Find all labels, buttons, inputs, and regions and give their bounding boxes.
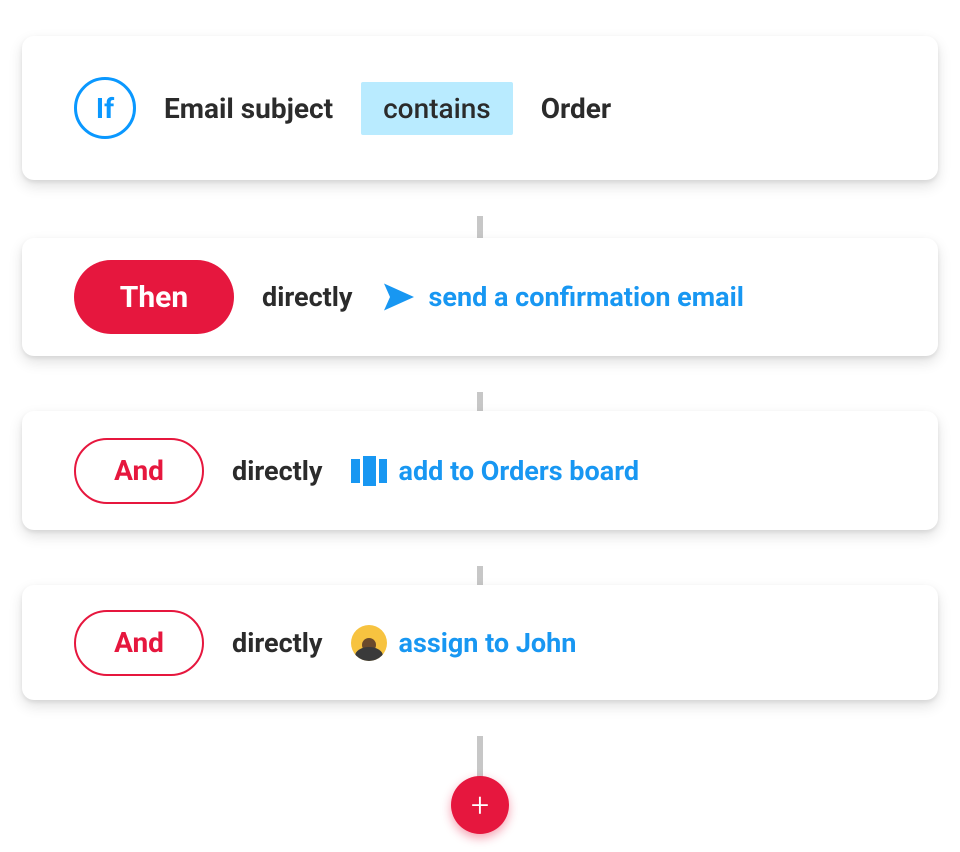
action-card-and[interactable]: And directly add to Orders board	[22, 411, 938, 530]
action-label: assign to John	[399, 627, 577, 659]
action-card-then[interactable]: Then directly send a confirmation email	[22, 238, 938, 356]
action-label: send a confirmation email	[429, 281, 744, 313]
then-badge-label: Then	[120, 280, 188, 315]
send-icon	[381, 279, 417, 315]
action-group[interactable]: assign to John	[351, 625, 577, 661]
condition-value[interactable]: Order	[541, 92, 611, 125]
then-badge: Then	[74, 260, 234, 334]
plus-icon: +	[471, 789, 489, 821]
board-icon	[351, 456, 387, 486]
condition-field[interactable]: Email subject	[164, 92, 333, 125]
if-badge: If	[74, 77, 136, 139]
action-card-and[interactable]: And directly assign to John	[22, 585, 938, 700]
and-badge-label: And	[114, 626, 164, 659]
action-timing[interactable]: directly	[262, 281, 353, 313]
action-label: add to Orders board	[399, 455, 640, 487]
and-badge: And	[74, 438, 204, 504]
and-badge: And	[74, 610, 204, 676]
avatar-icon	[351, 625, 387, 661]
if-badge-label: If	[96, 92, 114, 125]
condition-operator[interactable]: contains	[361, 82, 513, 135]
action-timing[interactable]: directly	[232, 455, 323, 487]
action-group[interactable]: send a confirmation email	[381, 279, 744, 315]
and-badge-label: And	[114, 454, 164, 487]
action-group[interactable]: add to Orders board	[351, 455, 640, 487]
action-timing[interactable]: directly	[232, 627, 323, 659]
add-step-button[interactable]: +	[451, 776, 509, 834]
condition-card[interactable]: If Email subject contains Order	[22, 36, 938, 180]
